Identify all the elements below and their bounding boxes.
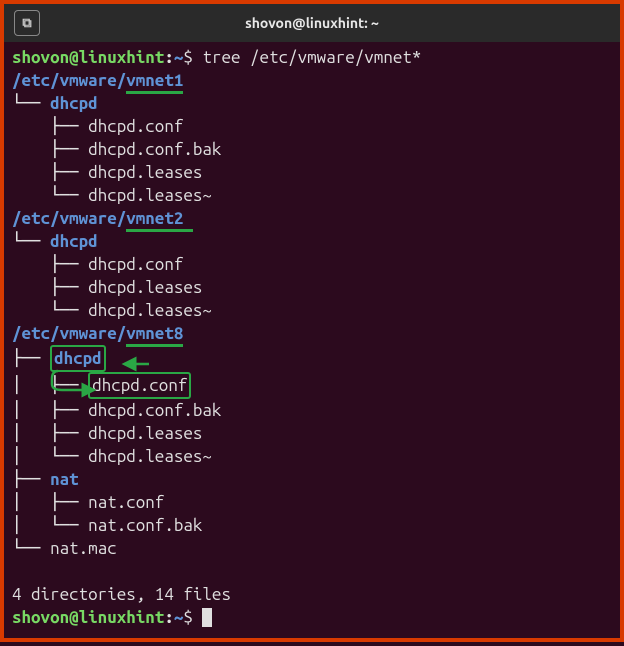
tree-branch: └── [12,94,50,113]
tree-file: │ ├── nat.conf [12,491,612,514]
prompt-path: ~ [174,608,184,627]
tree-branch: ├── [12,163,88,182]
tree-file: ├── dhcpd.conf [12,115,612,138]
tree-branch: │ ├── [12,424,88,443]
tree-file: ├── dhcpd.conf.bak [12,138,612,161]
tree-dir: └── dhcpd [12,92,612,115]
prompt-user-host: shovon@linuxhint [12,608,164,627]
tree-file: ├── dhcpd.leases [12,161,612,184]
tree-file: │ └── dhcpd.leases~ [12,445,612,468]
root-prefix: /etc/vmware/ [12,71,126,90]
file-name: dhcpd.conf.bak [88,140,221,159]
tree-branch: │ ├── [12,493,88,512]
tree-branch: └── [12,539,50,558]
tree-file: │ ├── dhcpd.conf [12,372,612,399]
root-prefix: /etc/vmware/ [12,209,126,228]
dir-name: dhcpd [50,232,98,251]
prompt-symbol: $ [183,48,202,67]
file-name: nat.mac [50,539,117,558]
file-name: dhcpd.conf.bak [88,401,221,420]
tree-file: │ └── nat.conf.bak [12,514,612,537]
tree-file: ├── dhcpd.conf [12,253,612,276]
file-name: dhcpd.leases [88,278,202,297]
tree-file: │ ├── dhcpd.leases [12,422,612,445]
prompt-colon: : [164,48,174,67]
command-text: tree /etc/vmware/vmnet* [202,48,421,67]
window-title: shovon@linuxhint: ~ [245,12,379,35]
prompt-path: ~ [174,48,184,67]
tree-file: └── nat.mac [12,537,612,560]
tree-branch: └── [12,186,88,205]
tree-branch: ├── [12,470,50,489]
prompt-line: shovon@linuxhint:~$ [12,606,612,629]
tree-branch: └── [12,232,50,251]
root-prefix: /etc/vmware/ [12,324,126,343]
blank-line [12,560,612,583]
file-name: dhcpd.leases [88,424,202,443]
tree-root: /etc/vmware/vmnet8 [12,322,612,345]
file-name: dhcpd.conf [88,117,183,136]
dir-name: nat [50,470,79,489]
file-name: nat.conf [88,493,164,512]
dir-name: dhcpd [54,349,102,368]
tree-branch: │ └── [12,447,88,466]
highlight-box: dhcpd.conf [88,372,191,399]
root-name: vmnet8 [126,324,183,347]
tree-dir: └── dhcpd [12,230,612,253]
window-titlebar: ⧉ shovon@linuxhint: ~ [4,4,620,42]
tree-file: └── dhcpd.leases~ [12,184,612,207]
file-name: dhcpd.leases [88,163,202,182]
file-name: dhcpd.leases~ [88,447,212,466]
file-name: nat.conf.bak [88,516,202,535]
file-name: dhcpd.leases~ [88,186,212,205]
terminal-icon[interactable]: ⧉ [14,10,40,36]
tree-file: └── dhcpd.leases~ [12,299,612,322]
tree-root: /etc/vmware/vmnet1 [12,69,612,92]
tree-branch: │ └── [12,516,88,535]
prompt-user-host: shovon@linuxhint [12,48,164,67]
terminal-content[interactable]: shovon@linuxhint:~$ tree /etc/vmware/vmn… [4,42,620,633]
dir-name: dhcpd [50,94,98,113]
tree-file: ├── dhcpd.leases [12,276,612,299]
root-name: vmnet1 [126,71,183,94]
highlight-box: dhcpd [50,345,106,372]
tree-branch: │ ├── [12,401,88,420]
tree-branch: ├── [12,117,88,136]
tree-branch: └── [12,301,88,320]
tree-branch: │ ├── [12,376,88,395]
tree-summary: 4 directories, 14 files [12,583,612,606]
prompt-symbol: $ [183,608,202,627]
tree-dir: ├── dhcpd [12,345,612,372]
prompt-line: shovon@linuxhint:~$ tree /etc/vmware/vmn… [12,46,612,69]
file-name: dhcpd.conf [92,376,187,395]
tree-branch: ├── [12,255,88,274]
file-name: dhcpd.conf [88,255,183,274]
root-name: vmnet2 [126,209,193,232]
tree-branch: ├── [12,140,88,159]
prompt-colon: : [164,608,174,627]
terminal-icon-glyph: ⧉ [22,12,31,35]
tree-root: /etc/vmware/vmnet2 [12,207,612,230]
tree-dir: ├── nat [12,468,612,491]
tree-file: │ ├── dhcpd.conf.bak [12,399,612,422]
tree-branch: ├── [12,349,50,368]
file-name: dhcpd.leases~ [88,301,212,320]
tree-branch: ├── [12,278,88,297]
cursor [202,608,212,627]
